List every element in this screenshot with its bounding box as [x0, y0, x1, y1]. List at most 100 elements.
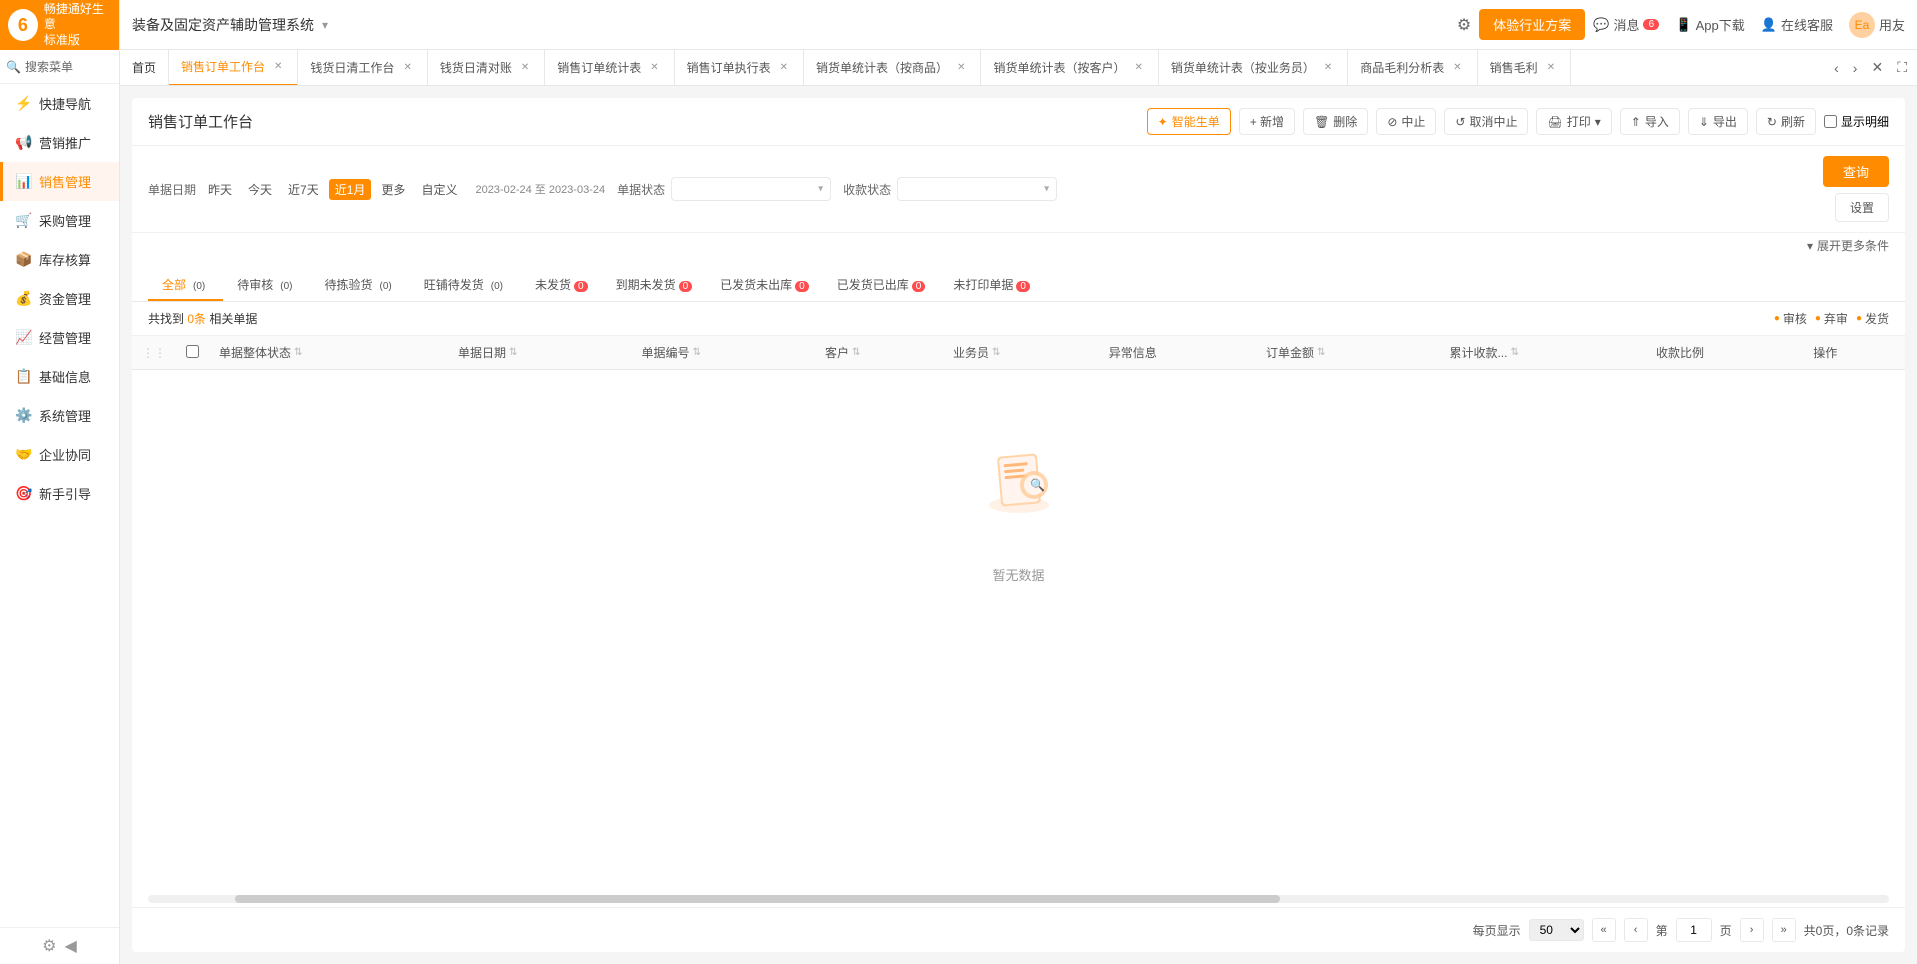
- sort-number-icon[interactable]: ⇅: [692, 347, 700, 358]
- sub-tab-wangpu-ship[interactable]: 旺铺待发货(0): [410, 270, 521, 301]
- select-all-checkbox[interactable]: [186, 345, 199, 358]
- show-detail-checkbox[interactable]: [1824, 115, 1837, 128]
- sort-collected-icon[interactable]: ⇅: [1510, 347, 1518, 358]
- tab-cash-daily[interactable]: 钱货日清工作台 ✕: [298, 50, 427, 86]
- tab-sales-profit[interactable]: 销售毛利 ✕: [1478, 50, 1571, 86]
- filter-date-more[interactable]: 更多: [375, 179, 411, 200]
- filter-status-select[interactable]: [671, 177, 831, 201]
- tab-sales-order[interactable]: 销售订单工作台 ✕: [169, 50, 298, 86]
- review-btn[interactable]: ● 审核: [1774, 310, 1807, 327]
- sub-tab-pending-check[interactable]: 待拣验货(0): [311, 270, 410, 301]
- app-download-btn[interactable]: 📱 App下载: [1675, 15, 1744, 34]
- show-detail-label[interactable]: 显示明细: [1824, 113, 1889, 130]
- filter-payment-item: 收款状态: [843, 177, 1057, 201]
- sort-amount-icon[interactable]: ⇅: [1317, 347, 1325, 358]
- tabs-next-btn[interactable]: ›: [1847, 58, 1864, 78]
- filter-payment-select[interactable]: [897, 177, 1057, 201]
- expand-filter-btn[interactable]: ▾ 展开更多条件: [1807, 237, 1889, 254]
- sidebar-item-marketing[interactable]: 📢 营销推广: [0, 123, 119, 162]
- tabs-fullscreen-btn[interactable]: ⛶: [1891, 57, 1913, 78]
- tabs-close-btn[interactable]: ✕: [1865, 57, 1889, 78]
- tab-close-cash-daily[interactable]: ✕: [400, 61, 414, 74]
- sort-status-icon[interactable]: ⇅: [294, 347, 302, 358]
- sub-tab-all[interactable]: 全部(0): [148, 270, 223, 301]
- sub-tab-unprinted[interactable]: 未打印单据0: [939, 270, 1044, 301]
- page-input[interactable]: [1676, 918, 1712, 942]
- tab-sales-stat-product[interactable]: 销货单统计表（按商品） ✕: [804, 50, 981, 86]
- sidebar-item-corp[interactable]: 🤝 企业协同: [0, 435, 119, 474]
- trial-btn[interactable]: 体验行业方案: [1479, 9, 1585, 40]
- sort-staff-icon[interactable]: ⇅: [992, 347, 1000, 358]
- first-page-btn[interactable]: «: [1592, 918, 1616, 942]
- filter-date-custom[interactable]: 自定义: [415, 179, 463, 200]
- tab-cash-check[interactable]: 钱货日清对账 ✕: [428, 50, 545, 86]
- tab-sales-stat-customer[interactable]: 销货单统计表（按客户） ✕: [981, 50, 1158, 86]
- tab-home[interactable]: 首页: [120, 50, 169, 86]
- message-btn[interactable]: 💬 消息 6: [1593, 15, 1659, 34]
- tab-close-sales-stat[interactable]: ✕: [647, 61, 661, 74]
- sidebar-item-sales[interactable]: 📊 销售管理: [0, 162, 119, 201]
- online-service-btn[interactable]: 👤 在线客服: [1761, 15, 1833, 34]
- query-btn[interactable]: 查询: [1823, 156, 1889, 187]
- sort-customer-icon[interactable]: ⇅: [852, 347, 860, 358]
- tab-sales-exec[interactable]: 销售订单执行表 ✕: [675, 50, 804, 86]
- import-btn[interactable]: ⇑ 导入: [1620, 108, 1680, 135]
- tab-close-product[interactable]: ✕: [954, 61, 968, 74]
- settings-icon[interactable]: ⚙: [42, 936, 56, 956]
- topbar-gear-icon[interactable]: ⚙: [1457, 15, 1471, 35]
- sidebar-item-system[interactable]: ⚙️ 系统管理: [0, 396, 119, 435]
- cancel-review-btn[interactable]: ● 弃审: [1815, 310, 1848, 327]
- filter-date-today[interactable]: 今天: [242, 179, 278, 200]
- tab-close-sales-order[interactable]: ✕: [271, 60, 285, 73]
- tab-close-margin[interactable]: ✕: [1450, 61, 1464, 74]
- sidebar-item-finance[interactable]: 💰 资金管理: [0, 279, 119, 318]
- export-btn[interactable]: ⇓ 导出: [1688, 108, 1748, 135]
- ai-generate-btn[interactable]: ✦ 智能生单: [1147, 108, 1231, 135]
- search-menu[interactable]: 🔍 搜索菜单: [0, 50, 119, 84]
- sub-tab-overdue-ship[interactable]: 到期未发货0: [602, 270, 707, 301]
- tab-sales-stat[interactable]: 销售订单统计表 ✕: [545, 50, 674, 86]
- sidebar-item-purchase[interactable]: 🛒 采购管理: [0, 201, 119, 240]
- delete-btn[interactable]: 🗑 删除: [1303, 108, 1368, 135]
- cancel-stop-btn[interactable]: ↺ 取消中止: [1444, 108, 1528, 135]
- sidebar-item-inventory[interactable]: 📦 库存核算: [0, 240, 119, 279]
- topbar-dropdown-icon[interactable]: ▾: [322, 18, 328, 32]
- sub-tab-shipped-not-out[interactable]: 已发货未出库0: [706, 270, 823, 301]
- tab-sales-stat-staff[interactable]: 销货单统计表（按业务员） ✕: [1159, 50, 1348, 86]
- empty-icon: 🔍: [969, 430, 1069, 549]
- add-btn[interactable]: + 新增: [1239, 108, 1295, 135]
- tab-close-sales-exec[interactable]: ✕: [777, 61, 791, 74]
- prev-page-btn[interactable]: ‹: [1624, 918, 1648, 942]
- set-btn[interactable]: 设置: [1835, 193, 1889, 222]
- tab-close-profit[interactable]: ✕: [1544, 61, 1558, 74]
- delete-icon: 🗑: [1314, 115, 1329, 129]
- tabs-prev-btn[interactable]: ‹: [1828, 58, 1845, 78]
- ship-btn[interactable]: ● 发货: [1856, 310, 1889, 327]
- sort-date-icon[interactable]: ⇅: [509, 347, 517, 358]
- tab-close-customer[interactable]: ✕: [1131, 61, 1145, 74]
- filter-date-yesterday[interactable]: 昨天: [202, 179, 238, 200]
- sub-tab-pending-review[interactable]: 待审核(0): [223, 270, 310, 301]
- sidebar-item-base[interactable]: 📋 基础信息: [0, 357, 119, 396]
- next-page-btn[interactable]: ›: [1740, 918, 1764, 942]
- user-btn[interactable]: Ea 用友: [1849, 12, 1905, 38]
- sidebar-item-quick-nav[interactable]: ⚡ 快捷导航: [0, 84, 119, 123]
- last-page-btn[interactable]: »: [1772, 918, 1796, 942]
- sidebar-item-guide[interactable]: 🎯 新手引导: [0, 474, 119, 513]
- tab-close-staff[interactable]: ✕: [1321, 61, 1335, 74]
- filter-date-1month[interactable]: 近1月: [329, 179, 372, 200]
- horizontal-scrollbar[interactable]: [148, 895, 1889, 903]
- stop-btn[interactable]: ⊘ 中止: [1376, 108, 1436, 135]
- refresh-btn[interactable]: ↻ 刷新: [1756, 108, 1816, 135]
- col-checkbox[interactable]: [176, 336, 209, 370]
- tab-close-cash-check[interactable]: ✕: [518, 61, 532, 74]
- print-btn[interactable]: 🖨 打印 ▾: [1536, 108, 1611, 135]
- collapse-icon[interactable]: ◀: [65, 936, 77, 956]
- tab-product-margin[interactable]: 商品毛利分析表 ✕: [1348, 50, 1477, 86]
- filter-date-7days[interactable]: 近7天: [282, 179, 325, 200]
- page-size-select[interactable]: 50 10 20 100: [1529, 919, 1584, 941]
- sub-tab-shipped-out[interactable]: 已发货已出库0: [823, 270, 940, 301]
- sub-tab-not-shipped[interactable]: 未发货0: [521, 270, 602, 301]
- sidebar-item-operation[interactable]: 📈 经营管理: [0, 318, 119, 357]
- scrollbar-thumb[interactable]: [235, 895, 1280, 903]
